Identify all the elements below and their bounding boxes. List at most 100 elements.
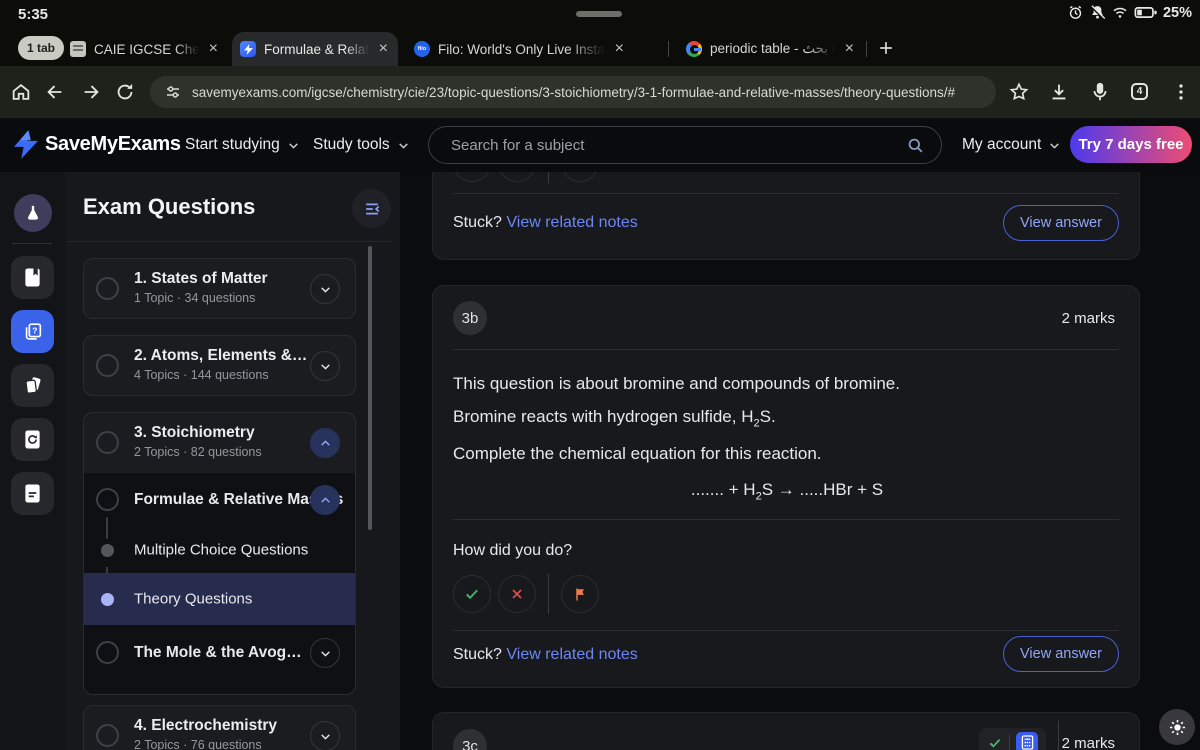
sidebar-divider [67,241,392,242]
browser-menu-icon[interactable] [1170,81,1192,103]
tab-formulae-relative-masses[interactable]: Formulae & Relative Masses × [232,32,398,66]
notifications-muted-icon [1089,4,1106,21]
topic-states-of-matter[interactable]: 1. States of Matter 1 Topic · 34 questio… [83,258,356,319]
card-divider [453,519,1119,520]
nav-study-tools[interactable]: Study tools [313,136,410,154]
rail-flashcards-button[interactable] [11,364,54,407]
new-tab-button[interactable] [876,38,896,58]
theme-toggle-button[interactable] [1159,709,1195,745]
reload-button[interactable] [114,81,136,103]
collapse-topic-button[interactable] [310,428,340,458]
savemyexams-logo[interactable]: SaveMyExams [14,130,181,159]
question-doc-icon: ? [25,322,41,340]
rail-notes-button[interactable] [11,256,54,299]
card-divider [453,193,1119,194]
stuck-text: Stuck? View related notes [453,214,638,231]
rail-past-papers-button[interactable] [11,418,54,461]
close-tab-icon[interactable]: × [843,39,856,59]
view-related-notes-link[interactable]: View related notes [506,214,637,231]
search-input[interactable] [451,136,906,154]
close-tab-icon[interactable]: × [207,39,220,59]
flag-button[interactable] [561,575,599,613]
calculator-icon [1021,735,1033,750]
rail-revision-notes-button[interactable] [11,472,54,515]
view-related-notes-link[interactable]: View related notes [506,646,637,663]
question-list-area: Stuck? View related notes View answer 3b… [400,172,1200,750]
tab-title: CAIE IGCSE Chemistry (062 [94,41,199,57]
collapse-subtopic-button[interactable] [310,485,340,515]
progress-ring [96,641,119,664]
download-icon[interactable] [1048,81,1070,103]
bookmark-star-icon[interactable] [1008,81,1030,103]
progress-ring [96,488,119,511]
doc-lines-icon [25,484,40,503]
correct-button[interactable] [453,172,491,182]
collapse-sidebar-button[interactable] [352,189,391,228]
sidebar-item-theory-questions[interactable]: Theory Questions [84,573,355,625]
subject-avatar[interactable] [14,194,52,232]
status-icons: 25% [1067,4,1192,21]
doc-refresh-icon [25,430,40,449]
x-icon [512,589,522,599]
close-tab-icon[interactable]: × [377,39,390,59]
subtopic-formulae-header[interactable]: Formulae & Relative Masses [84,473,355,527]
question-id-badge: 3c [453,729,487,750]
my-account-menu[interactable]: My account [962,136,1061,154]
self-assess-row [453,574,599,614]
wifi-icon [1111,4,1129,21]
correct-button[interactable] [453,575,491,613]
tab-group-pill[interactable]: 1 tab [18,36,65,60]
how-did-you-do-label: How did you do? [453,542,573,559]
chevron-down-icon [320,286,330,293]
filo-favicon: filo [414,41,430,57]
check-icon [466,589,478,600]
topic-electrochemistry[interactable]: 4. Electrochemistry 2 Topics · 76 questi… [83,705,356,750]
rail-divider [12,243,52,244]
back-button[interactable] [44,81,66,103]
url-omnibox[interactable]: savemyexams.com/igcse/chemistry/cie/23/t… [150,76,996,108]
marks-label: 2 marks [1061,310,1115,327]
subtopic-mole-avogadro[interactable]: The Mole & the Avogadro… [84,625,355,681]
search-icon[interactable] [906,136,925,155]
flag-button[interactable] [561,172,599,182]
nav-start-studying[interactable]: Start studying [185,136,300,154]
incorrect-button[interactable] [498,575,536,613]
window-drag-handle[interactable] [576,11,622,17]
page-favicon [70,41,86,57]
subject-search[interactable] [428,126,942,164]
tab-filo[interactable]: filo Filo: World's Only Live Insta × [406,32,662,66]
incorrect-button[interactable] [498,172,536,182]
close-tab-icon[interactable]: × [613,39,626,59]
expand-topic-button[interactable] [310,351,340,381]
question-card-3c: 3c 2 marks [432,712,1140,750]
topic-meta: 1 Topic · 34 questions [134,291,256,305]
microphone-icon[interactable] [1089,81,1111,103]
sidebar-item-multiple-choice[interactable]: Multiple Choice Questions [84,527,355,573]
sidebar-scrollbar[interactable] [368,246,372,530]
expand-topic-button[interactable] [310,274,340,304]
topic-atoms-elements[interactable]: 2. Atoms, Elements & … 4 Topics · 144 qu… [83,335,356,396]
url-text: savemyexams.com/igcse/chemistry/cie/23/t… [192,84,956,100]
tab-google-search[interactable]: periodic table - بحث Google × [678,32,864,66]
try-free-button[interactable]: Try 7 days free [1070,126,1192,163]
topic-title: 4. Electrochemistry [134,717,278,734]
view-answer-button[interactable]: View answer [1003,636,1119,672]
calculator-button[interactable] [1016,731,1038,750]
rail-exam-questions-button[interactable]: ? [11,310,54,353]
site-settings-icon[interactable] [164,83,182,101]
tab-switcher-button[interactable]: 4 [1129,81,1151,103]
forward-button[interactable] [80,81,102,103]
browser-top-bar: 5:35 25% 1 tab CAIE IGCSE Chemistry (062… [0,0,1200,66]
topic-stoichiometry-header[interactable]: 3. Stoichiometry 2 Topics · 82 questions [84,413,355,473]
topic-meta: 2 Topics · 76 questions [134,738,262,750]
view-answer-button[interactable]: View answer [1003,205,1119,241]
expand-topic-button[interactable] [310,721,340,750]
savemyexams-favicon [240,41,256,57]
topic-meta: 4 Topics · 144 questions [134,368,269,382]
expand-subtopic-button[interactable] [310,638,340,668]
tool-rail: ? [0,172,65,750]
icon-divider [548,574,549,614]
tab-caie-chemistry[interactable]: CAIE IGCSE Chemistry (062 × [62,32,228,66]
chevron-down-icon [1050,142,1060,149]
home-button[interactable] [10,81,32,103]
